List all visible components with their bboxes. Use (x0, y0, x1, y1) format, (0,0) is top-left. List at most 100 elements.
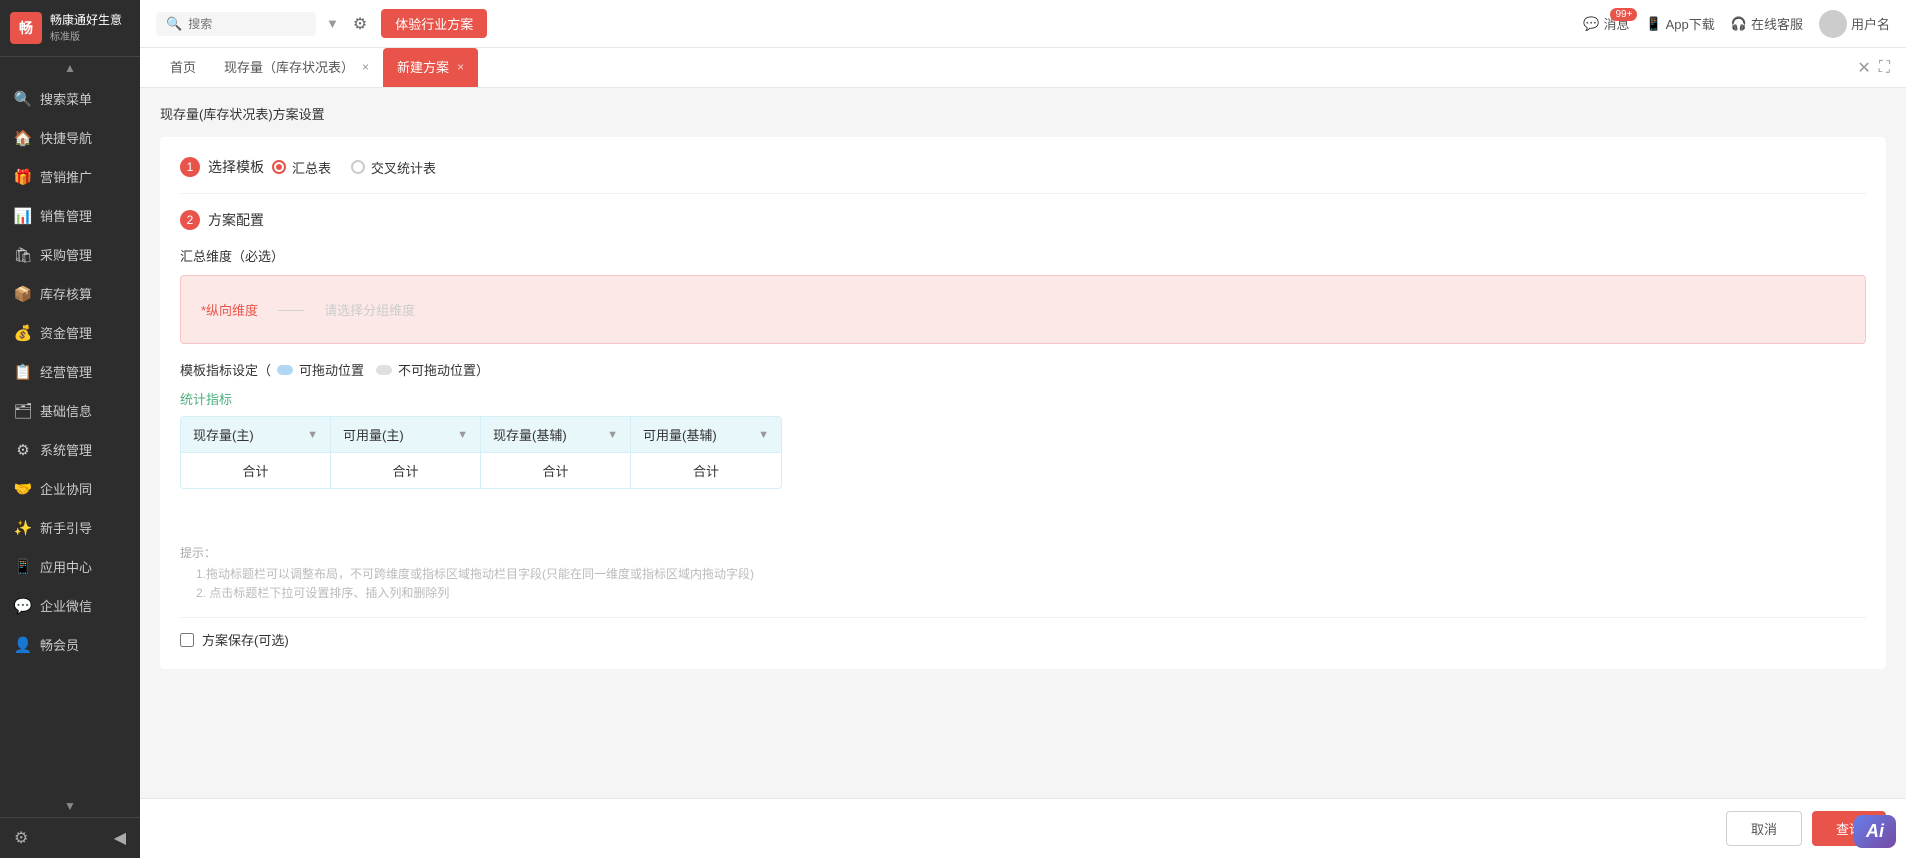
settings-icon[interactable]: ⚙ (14, 828, 28, 848)
sidebar-item-wechat[interactable]: 💬 企业微信 (0, 586, 140, 625)
sidebar-icon-corp: 🤝 (14, 480, 32, 498)
footer-bar: 取消 查询 (140, 798, 1906, 858)
hint-section: 提示： 1.拖动标题栏可以调整布局，不可跨维度或指标区域拖动栏目字段(只能在同一… (180, 504, 1866, 601)
topbar-app-download[interactable]: 📱 App下载 (1645, 14, 1714, 33)
tab-inventory-label: 现存量（库存状况表） (224, 57, 354, 76)
sidebar-item-guide[interactable]: ✨ 新手引导 (0, 508, 140, 547)
stat-table: 现存量(主) ▼ 可用量(主) ▼ 现存量(基辅) ▼ 可用量(基辅) (180, 416, 782, 489)
sidebar-item-search-menu[interactable]: 🔍 搜索菜单 (0, 79, 140, 118)
sidebar-scroll-up[interactable]: ▲ (0, 57, 140, 79)
sidebar-icon-search-menu: 🔍 (14, 90, 32, 108)
sidebar-item-inventory[interactable]: 📦 库存核算 (0, 274, 140, 313)
sidebar-item-sales[interactable]: 📊 销售管理 (0, 196, 140, 235)
sidebar-label-purchase: 采购管理 (40, 245, 92, 264)
service-label: 在线客服 (1751, 14, 1803, 33)
collapse-icon[interactable]: ◀ (114, 828, 126, 848)
sidebar-item-basic-info[interactable]: 🗂 基础信息 (0, 391, 140, 430)
sidebar-item-operation[interactable]: 📋 经营管理 (0, 352, 140, 391)
sidebar-scroll-down[interactable]: ▼ (0, 795, 140, 817)
topbar-right: 💬 消息 99+ 📱 App下载 🎧 在线客服 用户名 (1583, 10, 1890, 38)
hint-title: 提示： (180, 544, 1866, 561)
tab-expand-icon[interactable]: ⛶ (1879, 59, 1890, 77)
hint-item-2: 2. 点击标题栏下拉可设置排序、插入列和删除列 (180, 584, 1866, 601)
tab-new-plan[interactable]: 新建方案 × (383, 48, 478, 87)
dimension-box[interactable]: *纵向维度 —— 请选择分组维度 (180, 275, 1866, 344)
main-card: 1 选择模板 汇总表 交叉统计表 2 方案 (160, 137, 1886, 669)
step1-num: 1 (180, 157, 200, 177)
ai-badge[interactable]: Ai (1854, 815, 1896, 848)
stat-col-2-label: 可用量(主) (343, 425, 404, 444)
step2-section: 2 方案配置 汇总维度（必选） *纵向维度 —— 请选择分组维度 模板指标设定（… (180, 210, 1866, 601)
cancel-button[interactable]: 取消 (1726, 811, 1802, 846)
trial-button[interactable]: 体验行业方案 (381, 9, 487, 38)
topbar-message[interactable]: 💬 消息 99+ (1583, 14, 1629, 33)
dimension-arrow: —— (278, 302, 304, 317)
indicator-config-row: 模板指标设定（ 可拖动位置 不可拖动位置） (180, 360, 1866, 379)
sidebar-label-system: 系统管理 (40, 440, 92, 459)
username-label: 用户名 (1851, 14, 1890, 33)
sidebar-item-app-center[interactable]: 📱 应用中心 (0, 547, 140, 586)
stat-col-3[interactable]: 现存量(基辅) ▼ (481, 417, 631, 452)
sidebar-icon-finance: 💰 (14, 324, 32, 342)
sidebar-label-sales: 销售管理 (40, 206, 92, 225)
avatar (1819, 10, 1847, 38)
sidebar-icon-app-center: 📱 (14, 558, 32, 576)
tab-home-label: 首页 (170, 57, 196, 76)
app-logo-icon: 畅 (10, 12, 42, 44)
tab-inventory[interactable]: 现存量（库存状况表） × (210, 48, 383, 87)
topbar-search-box[interactable]: 🔍 (156, 12, 316, 36)
sidebar-icon-member: 👤 (14, 636, 32, 654)
sidebar-item-member[interactable]: 👤 畅会员 (0, 625, 140, 664)
save-label: 方案保存(可选) (202, 630, 289, 649)
radio-cross[interactable]: 交叉统计表 (351, 158, 436, 177)
sidebar-icon-sales: 📊 (14, 207, 32, 225)
tab-new-plan-close[interactable]: × (457, 60, 464, 74)
message-badge: 99+ (1610, 8, 1637, 21)
stat-cell-2: 合计 (331, 453, 481, 488)
tab-home[interactable]: 首页 (156, 48, 210, 87)
sidebar-logo: 畅 畅康通好生意 标准版 (0, 0, 140, 57)
sidebar-item-system[interactable]: ⚙ 系统管理 (0, 430, 140, 469)
sidebar-label-inventory: 库存核算 (40, 284, 92, 303)
sidebar-icon-quick-nav: 🏠 (14, 129, 32, 147)
sidebar-label-search-menu: 搜索菜单 (40, 89, 92, 108)
app-name: 畅康通好生意 (50, 13, 122, 29)
sidebar-item-marketing[interactable]: 🎁 营销推广 (0, 157, 140, 196)
divider-1 (180, 193, 1866, 194)
sidebar-item-quick-nav[interactable]: 🏠 快捷导航 (0, 118, 140, 157)
main-area: 🔍 ▼ ⚙ 体验行业方案 💬 消息 99+ 📱 App下载 🎧 在线客服 (140, 0, 1906, 858)
topbar-user[interactable]: 用户名 (1819, 10, 1890, 38)
sidebar-icon-basic-info: 🗂 (14, 402, 32, 420)
step2-title: 方案配置 (208, 210, 264, 230)
stat-col-4[interactable]: 可用量(基辅) ▼ (631, 417, 781, 452)
indicator-fixed-label: 不可拖动位置） (398, 360, 489, 379)
sidebar-icon-guide: ✨ (14, 519, 32, 537)
search-icon: 🔍 (166, 16, 182, 32)
app-edition: 标准版 (50, 28, 122, 43)
page-title: 现存量(库存状况表)方案设置 (160, 104, 1886, 123)
indicator-config-prefix: 模板指标设定（ (180, 360, 271, 379)
step1-header: 1 选择模板 汇总表 交叉统计表 (180, 157, 1866, 177)
sidebar-item-purchase[interactable]: 🛍 采购管理 (0, 235, 140, 274)
sidebar-item-finance[interactable]: 💰 资金管理 (0, 313, 140, 352)
search-input[interactable] (188, 17, 288, 31)
sidebar-item-corp[interactable]: 🤝 企业协同 (0, 469, 140, 508)
topbar-online-service[interactable]: 🎧 在线客服 (1731, 14, 1803, 33)
stat-col-1-label: 现存量(主) (193, 425, 254, 444)
topbar-dropdown[interactable]: ▼ (326, 16, 339, 31)
topbar-gear-icon[interactable]: ⚙ (349, 10, 371, 38)
template-radio-group: 汇总表 交叉统计表 (272, 158, 436, 177)
tab-inventory-close[interactable]: × (362, 60, 369, 74)
stat-col-2[interactable]: 可用量(主) ▼ (331, 417, 481, 452)
stat-col-1[interactable]: 现存量(主) ▼ (181, 417, 331, 452)
save-checkbox[interactable] (180, 633, 194, 647)
sidebar-label-guide: 新手引导 (40, 518, 92, 537)
tab-close-icon[interactable]: ✕ (1857, 58, 1870, 78)
dimension-placeholder: 请选择分组维度 (324, 300, 415, 319)
stat-cell-4: 合计 (631, 453, 781, 488)
stat-table-header: 现存量(主) ▼ 可用量(主) ▼ 现存量(基辅) ▼ 可用量(基辅) (181, 417, 781, 452)
sidebar-label-marketing: 营销推广 (40, 167, 92, 186)
hint-item-1: 1.拖动标题栏可以调整布局，不可跨维度或指标区域拖动栏目字段(只能在同一维度或指… (180, 565, 1866, 582)
radio-summary[interactable]: 汇总表 (272, 158, 331, 177)
movable-badge-dot (277, 365, 293, 375)
